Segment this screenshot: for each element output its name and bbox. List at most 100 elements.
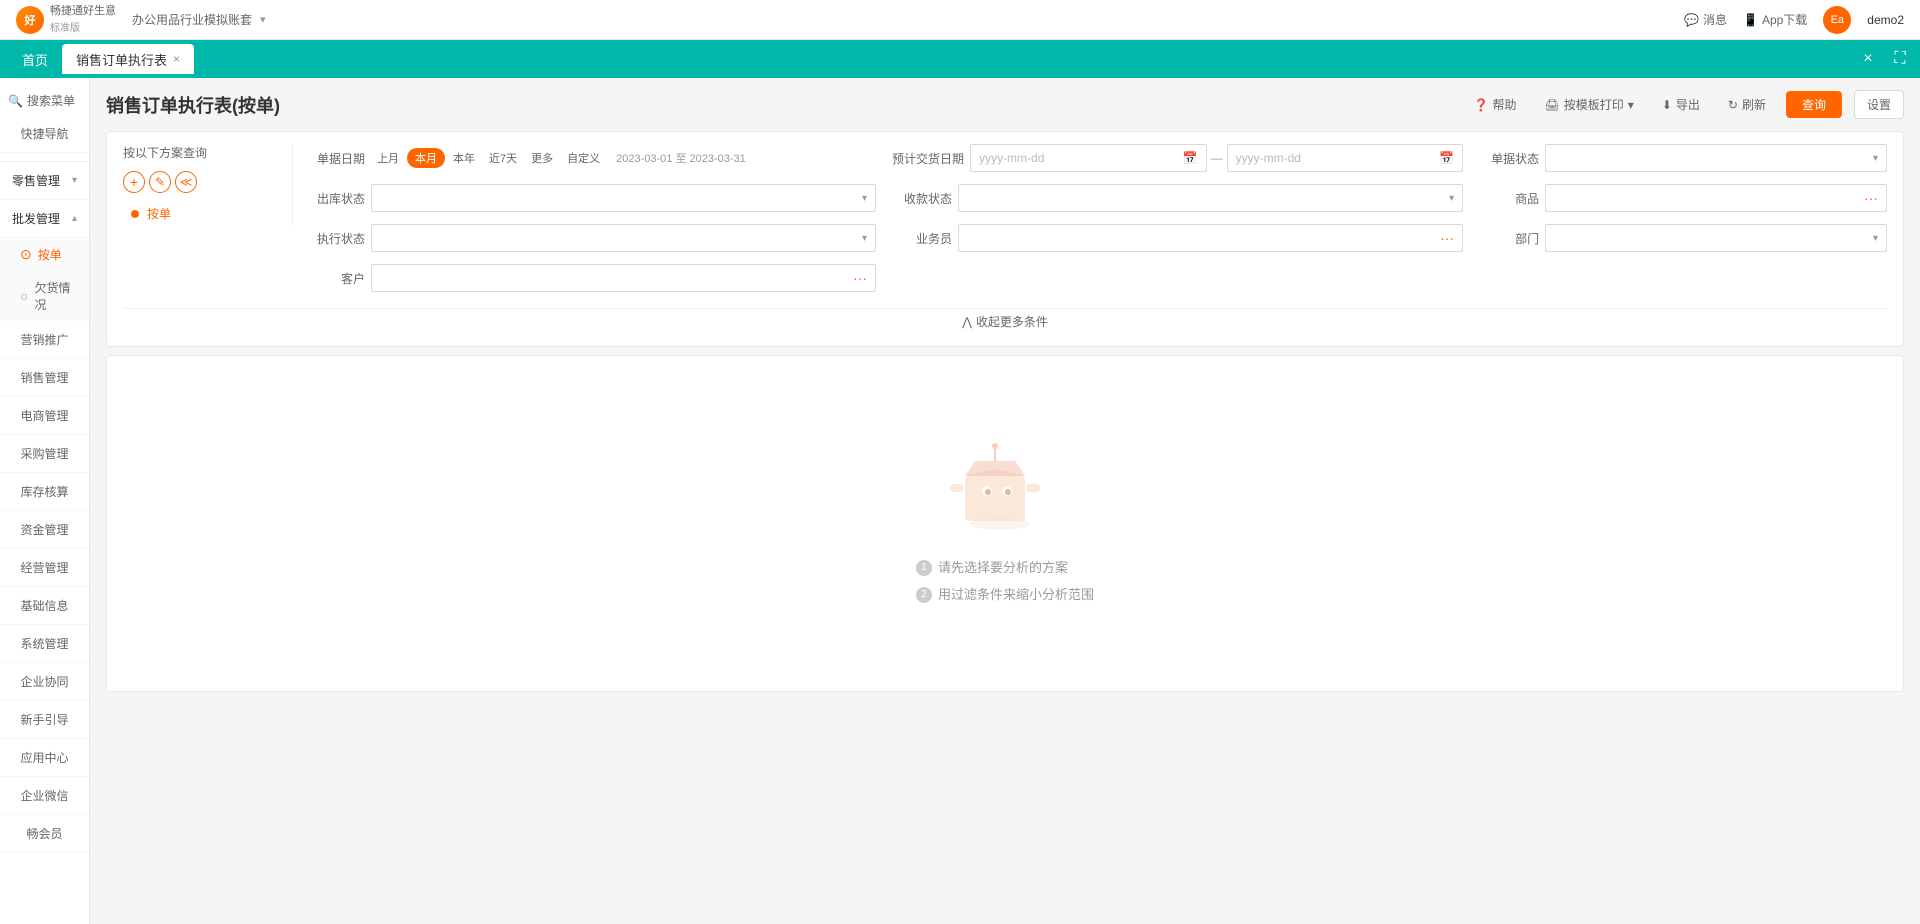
sidebar-search[interactable]: 🔍 搜索菜单 — [0, 86, 89, 115]
add-scheme-button[interactable]: + — [123, 171, 145, 193]
filter-field-delivery: 出库状态 ▾ — [305, 184, 876, 212]
export-label: 导出 — [1676, 96, 1700, 113]
date-btn-last-month[interactable]: 上月 — [371, 148, 405, 168]
scheme-dot-icon — [131, 210, 139, 218]
tab-home[interactable]: 首页 — [8, 44, 62, 74]
tab-bar: 首页 销售订单执行表 × × ⛶ — [0, 40, 1920, 78]
date-btn-7days[interactable]: 近7天 — [483, 148, 523, 168]
sidebar-item-guide[interactable]: 新手引导 — [0, 701, 89, 739]
page-title: 销售订单执行表(按单) — [106, 92, 280, 118]
collapse-button[interactable]: ⋀ 收起更多条件 — [962, 313, 1048, 330]
delivery-label: 出库状态 — [305, 190, 365, 207]
tab-sales-order[interactable]: 销售订单执行表 × — [62, 44, 194, 74]
sidebar-item-retail[interactable]: 零售管理 ▾ — [0, 162, 89, 200]
date-btn-this-month[interactable]: 本月 — [407, 148, 445, 168]
product-select[interactable]: ··· — [1545, 184, 1887, 212]
product-more-icon[interactable]: ··· — [1864, 190, 1878, 206]
department-select[interactable]: ▾ — [1545, 224, 1887, 252]
scheme-item-order[interactable]: 按单 — [123, 201, 280, 226]
sidebar-item-wechat[interactable]: 企业微信 — [0, 777, 89, 815]
customer-more-icon[interactable]: ··· — [853, 270, 867, 286]
filter-body: 按以下方案查询 + ✎ ≪ 按单 — [123, 144, 1887, 304]
filter-row-3: 执行状态 ▾ 业务员 ··· — [305, 224, 1887, 252]
sidebar-item-quick-nav[interactable]: 快捷导航 — [0, 115, 89, 153]
scheme-actions: + ✎ ≪ — [123, 171, 280, 193]
print-icon: 🖨 — [1545, 98, 1560, 112]
filter-field-doc-status: 单据状态 ▾ — [1479, 144, 1887, 172]
tab-fullscreen-icon[interactable]: ⛶ — [1888, 47, 1912, 71]
sidebar-item-purchase[interactable]: 采购管理 — [0, 435, 89, 473]
delivery-select[interactable]: ▾ — [371, 184, 876, 212]
message-action[interactable]: 💬 消息 — [1684, 11, 1727, 28]
tab-bar-actions: × ⛶ — [1856, 47, 1912, 71]
scheme-header: 按以下方案查询 — [123, 144, 280, 161]
sidebar-item-finance[interactable]: 资金管理 — [0, 511, 89, 549]
print-dropdown-icon: ▾ — [1628, 98, 1634, 112]
expected-date-range: yyyy-mm-dd 📅 — yyyy-mm-dd 📅 — [970, 144, 1463, 172]
app-name: 畅捷通好生意 — [50, 5, 116, 18]
calendar-start-icon: 📅 — [1183, 151, 1198, 165]
exec-select[interactable]: ▾ — [371, 224, 876, 252]
settings-button[interactable]: 设置 — [1854, 90, 1904, 119]
sidebar-item-system[interactable]: 系统管理 — [0, 625, 89, 663]
guide-label: 新手引导 — [20, 711, 68, 728]
filter-field-product: 商品 ··· — [1479, 184, 1887, 212]
date-btn-more[interactable]: 更多 — [525, 148, 559, 168]
sidebar-search-label: 搜索菜单 — [27, 92, 75, 109]
payment-select[interactable]: ▾ — [958, 184, 1463, 212]
help-button[interactable]: ❓ 帮助 — [1466, 92, 1525, 117]
sidebar-item-member[interactable]: 畅会员 — [0, 815, 89, 853]
sidebar-subitem-debt[interactable]: ○ 欠货情况 — [0, 271, 89, 321]
page-content: 销售订单执行表(按单) ❓ 帮助 🖨 按模板打印 ▾ ⬇ 导出 — [90, 78, 1920, 704]
quick-nav-label: 快捷导航 — [20, 125, 68, 142]
tip-num-2: 2 — [916, 587, 932, 603]
tab-close-window-icon[interactable]: × — [1856, 47, 1880, 71]
sidebar-item-ecommerce[interactable]: 电商管理 — [0, 397, 89, 435]
app-download-action[interactable]: 📱 App下载 — [1743, 11, 1807, 28]
scheme-name: 按单 — [147, 205, 171, 222]
edit-scheme-button[interactable]: ✎ — [149, 171, 171, 193]
print-button[interactable]: 🖨 按模板打印 ▾ — [1537, 92, 1642, 117]
date-start-placeholder: yyyy-mm-dd — [979, 151, 1044, 165]
export-button[interactable]: ⬇ 导出 — [1654, 92, 1708, 117]
filter-row-2: 出库状态 ▾ 收款状态 ▾ — [305, 184, 1887, 212]
refresh-button[interactable]: ↻ 刷新 — [1720, 92, 1774, 117]
enterprise-label: 企业协同 — [20, 673, 68, 690]
tab-close-icon[interactable]: × — [173, 52, 180, 66]
expected-date-start[interactable]: yyyy-mm-dd 📅 — [970, 144, 1207, 172]
finance-label: 资金管理 — [20, 521, 68, 538]
sidebar-item-operation[interactable]: 经营管理 — [0, 549, 89, 587]
date-btn-custom[interactable]: 自定义 — [561, 148, 606, 168]
marketing-label: 营销推广 — [20, 331, 68, 348]
logo-text-block: 畅捷通好生意 标准版 — [50, 5, 116, 33]
sidebar-item-basic[interactable]: 基础信息 — [0, 587, 89, 625]
collapse-row: ⋀ 收起更多条件 — [123, 308, 1887, 334]
expected-date-end[interactable]: yyyy-mm-dd 📅 — [1227, 144, 1464, 172]
doc-status-select[interactable]: ▾ — [1545, 144, 1887, 172]
sidebar-item-app-center[interactable]: 应用中心 — [0, 739, 89, 777]
industry-dropdown[interactable]: ▾ — [260, 13, 266, 26]
sidebar-item-marketing[interactable]: 营销推广 — [0, 321, 89, 359]
sidebar-item-wholesale[interactable]: 批发管理 ▴ — [0, 200, 89, 238]
avatar[interactable]: Ea — [1823, 6, 1851, 34]
app-download-label: App下载 — [1762, 11, 1807, 28]
payment-arrow-icon: ▾ — [1449, 193, 1454, 204]
query-button[interactable]: 查询 — [1786, 91, 1842, 118]
sidebar-item-sales[interactable]: 销售管理 — [0, 359, 89, 397]
delivery-arrow-icon: ▾ — [862, 193, 867, 204]
customer-select[interactable]: ··· — [371, 264, 876, 292]
date-btn-this-year[interactable]: 本年 — [447, 148, 481, 168]
ecommerce-label: 电商管理 — [20, 407, 68, 424]
sidebar: 🔍 搜索菜单 快捷导航 零售管理 ▾ 批发管理 ▴ ⊙ 按单 ○ 欠货情况 营销… — [0, 78, 90, 924]
doc-status-arrow-icon: ▾ — [1873, 153, 1878, 164]
industry-title: 办公用品行业模拟账套 — [132, 11, 252, 28]
print-label: 按模板打印 — [1564, 96, 1624, 113]
sales-label: 销售管理 — [20, 369, 68, 386]
collapse-scheme-button[interactable]: ≪ — [175, 171, 197, 193]
exec-label: 执行状态 — [305, 230, 365, 247]
salesperson-more-icon[interactable]: ··· — [1440, 230, 1454, 246]
sidebar-item-enterprise[interactable]: 企业协同 — [0, 663, 89, 701]
sidebar-item-inventory[interactable]: 库存核算 — [0, 473, 89, 511]
salesperson-select[interactable]: ··· — [958, 224, 1463, 252]
sidebar-subitem-order[interactable]: ⊙ 按单 — [0, 238, 89, 271]
